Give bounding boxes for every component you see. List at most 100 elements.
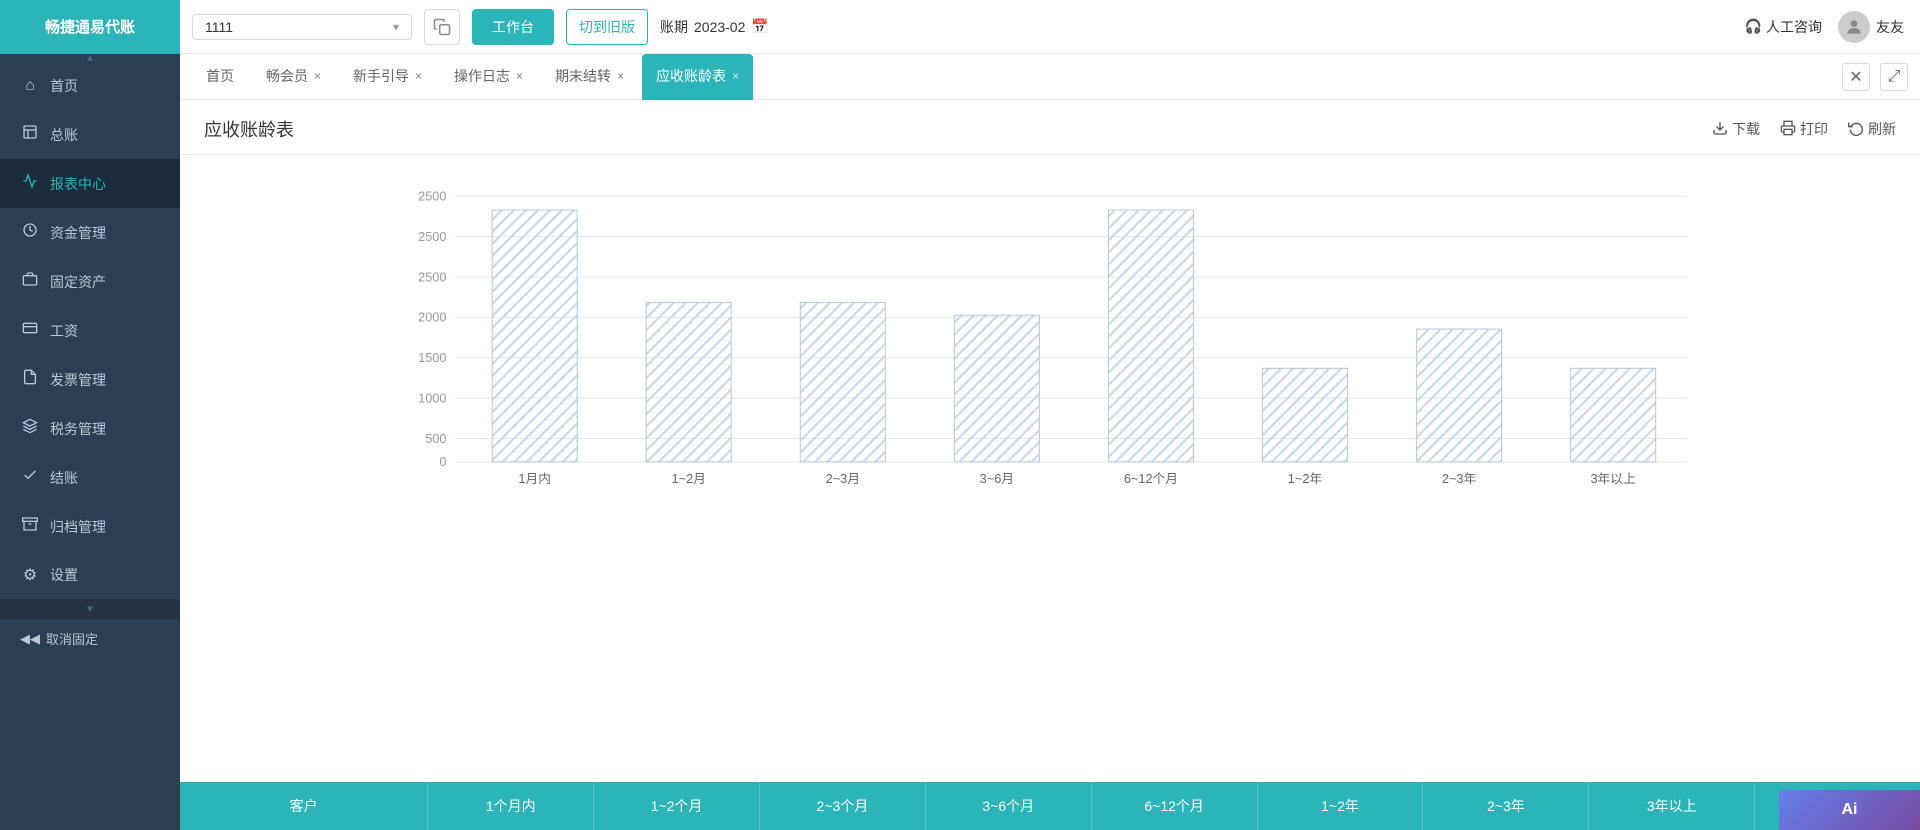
sidebar-scroll-indicator[interactable]: ▼ — [0, 599, 180, 619]
consult-button[interactable]: 🎧 人工咨询 — [1745, 17, 1822, 37]
th-1m: 1个月内 — [428, 782, 594, 830]
chart-wrapper: 2500 2500 2500 2000 1500 1000 500 0 — [204, 175, 1896, 515]
page-header: 应收账龄表 下载 打印 — [180, 100, 1920, 155]
page-content: 应收账龄表 下载 打印 — [180, 100, 1920, 830]
consult-label: 人工咨询 — [1766, 17, 1822, 37]
tab-oplog[interactable]: 操作日志 × — [440, 54, 537, 100]
tab-yearend[interactable]: 期末结转 × — [541, 54, 638, 100]
sidebar-item-checkout[interactable]: 结账 — [0, 453, 180, 502]
sidebar-item-reports[interactable]: 报表中心 — [0, 159, 180, 208]
sidebar-label-settings: 设置 — [50, 565, 78, 585]
sidebar-item-tax[interactable]: 税务管理 — [0, 404, 180, 453]
svg-text:500: 500 — [425, 431, 446, 446]
company-selector[interactable]: 1111 ▾ — [192, 14, 412, 40]
svg-text:2500: 2500 — [418, 269, 446, 284]
close-tab-button[interactable]: ✕ — [1842, 63, 1870, 91]
print-button[interactable]: 打印 — [1780, 119, 1828, 139]
sidebar-label-checkout: 结账 — [50, 468, 78, 488]
sidebar-label-invoice: 发票管理 — [50, 370, 106, 390]
cancel-pin-label: 取消固定 — [46, 629, 98, 648]
tab-yearend-close[interactable]: × — [617, 69, 624, 83]
switch-version-button[interactable]: 切到旧版 — [566, 9, 648, 45]
refresh-label: 刷新 — [1868, 119, 1896, 139]
th-2-3y: 2~3年 — [1423, 782, 1589, 830]
th-6-12m: 6~12个月 — [1092, 782, 1258, 830]
avatar — [1838, 11, 1870, 43]
sidebar-label-ledger: 总账 — [50, 125, 78, 145]
ai-badge[interactable]: Ai — [1779, 790, 1920, 830]
tab-home[interactable]: 首页 — [192, 54, 248, 100]
sidebar-item-home[interactable]: ⌂ 首页 — [0, 62, 180, 110]
tab-guide[interactable]: 新手引导 × — [339, 54, 436, 100]
ai-label: Ai — [1842, 801, 1858, 819]
svg-text:1~2年: 1~2年 — [1288, 471, 1323, 486]
chevron-down-icon: ▾ — [393, 20, 399, 34]
cancel-pin-button[interactable]: ◀◀ 取消固定 — [0, 619, 180, 658]
reports-icon — [20, 173, 40, 194]
th-1m-label: 1个月内 — [486, 796, 536, 816]
sidebar-item-salary[interactable]: 工资 — [0, 306, 180, 355]
sidebar-scroll-top[interactable]: ▲ — [0, 54, 180, 62]
logo-text: 畅捷通易代账 — [45, 16, 135, 37]
download-button[interactable]: 下载 — [1712, 119, 1760, 139]
pin-icon: ◀◀ — [20, 631, 40, 647]
tab-member-label: 畅会员 — [266, 66, 308, 86]
sidebar-item-invoice[interactable]: 发票管理 — [0, 355, 180, 404]
chart-container: 2500 2500 2500 2000 1500 1000 500 0 — [180, 155, 1920, 782]
expand-tab-button[interactable]: ⤢ — [1880, 63, 1908, 91]
page-title: 应收账龄表 — [204, 116, 294, 142]
svg-text:6~12个月: 6~12个月 — [1124, 471, 1178, 486]
period-area: 账期 2023-02 📅 — [660, 17, 769, 37]
th-2-3m: 2~3个月 — [760, 782, 926, 830]
tabs-right: ✕ ⤢ — [1842, 63, 1908, 91]
workbench-button[interactable]: 工作台 — [472, 9, 554, 45]
content-area: 首页 畅会员 × 新手引导 × 操作日志 × 期末结转 × 应收账龄表 × — [180, 54, 1920, 830]
th-1-2y-label: 1~2年 — [1321, 796, 1359, 816]
svg-text:0: 0 — [439, 454, 446, 469]
tab-member-close[interactable]: × — [314, 69, 321, 83]
sidebar-item-ledger[interactable]: 总账 — [0, 110, 180, 159]
user-area[interactable]: 友友 — [1838, 11, 1904, 43]
top-header: 畅捷通易代账 1111 ▾ 工作台 切到旧版 账期 2023-02 📅 🎧 人工… — [0, 0, 1920, 54]
sidebar-label-home: 首页 — [50, 76, 78, 96]
tab-aging-label: 应收账龄表 — [656, 66, 726, 86]
sidebar-label-assets: 固定资产 — [50, 272, 106, 292]
tab-aging[interactable]: 应收账龄表 × — [642, 54, 753, 100]
sidebar-label-archive: 归档管理 — [50, 517, 106, 537]
tab-yearend-label: 期末结转 — [555, 66, 611, 86]
assets-icon — [20, 271, 40, 292]
bar-chart: 2500 2500 2500 2000 1500 1000 500 0 — [204, 175, 1896, 515]
th-1-2y: 1~2年 — [1258, 782, 1424, 830]
svg-text:2~3年: 2~3年 — [1442, 471, 1477, 486]
calendar-icon[interactable]: 📅 — [751, 18, 768, 35]
svg-text:3~6月: 3~6月 — [980, 471, 1014, 486]
archive-icon — [20, 516, 40, 537]
svg-text:1月内: 1月内 — [518, 471, 551, 486]
download-icon — [1712, 120, 1728, 139]
sidebar-label-salary: 工资 — [50, 321, 78, 341]
sidebar-item-funds[interactable]: 资金管理 — [0, 208, 180, 257]
sidebar-item-settings[interactable]: ⚙ 设置 — [0, 551, 180, 599]
home-icon: ⌂ — [20, 77, 40, 95]
settings-icon: ⚙ — [20, 565, 40, 585]
salary-icon — [20, 320, 40, 341]
copy-button[interactable] — [424, 9, 460, 45]
tab-oplog-close[interactable]: × — [516, 69, 523, 83]
tab-guide-close[interactable]: × — [415, 69, 422, 83]
th-3y-plus: 3年以上 — [1589, 782, 1755, 830]
sidebar-item-archive[interactable]: 归档管理 — [0, 502, 180, 551]
refresh-button[interactable]: 刷新 — [1848, 119, 1896, 139]
period-value: 2023-02 — [694, 19, 745, 35]
th-customer: 客户 — [180, 782, 428, 830]
tax-icon — [20, 418, 40, 439]
svg-text:2000: 2000 — [418, 310, 446, 325]
tab-member[interactable]: 畅会员 × — [252, 54, 335, 100]
sidebar-item-assets[interactable]: 固定资产 — [0, 257, 180, 306]
tab-aging-close[interactable]: × — [732, 69, 739, 83]
period-label: 账期 — [660, 17, 688, 37]
header-right: 🎧 人工咨询 友友 — [1745, 11, 1904, 43]
main-layout: ▲ ⌂ 首页 总账 报表中心 资金管理 固定 — [0, 54, 1920, 830]
th-2-3y-label: 2~3年 — [1487, 796, 1525, 816]
th-1-2m: 1~2个月 — [594, 782, 760, 830]
user-name: 友友 — [1876, 17, 1904, 37]
